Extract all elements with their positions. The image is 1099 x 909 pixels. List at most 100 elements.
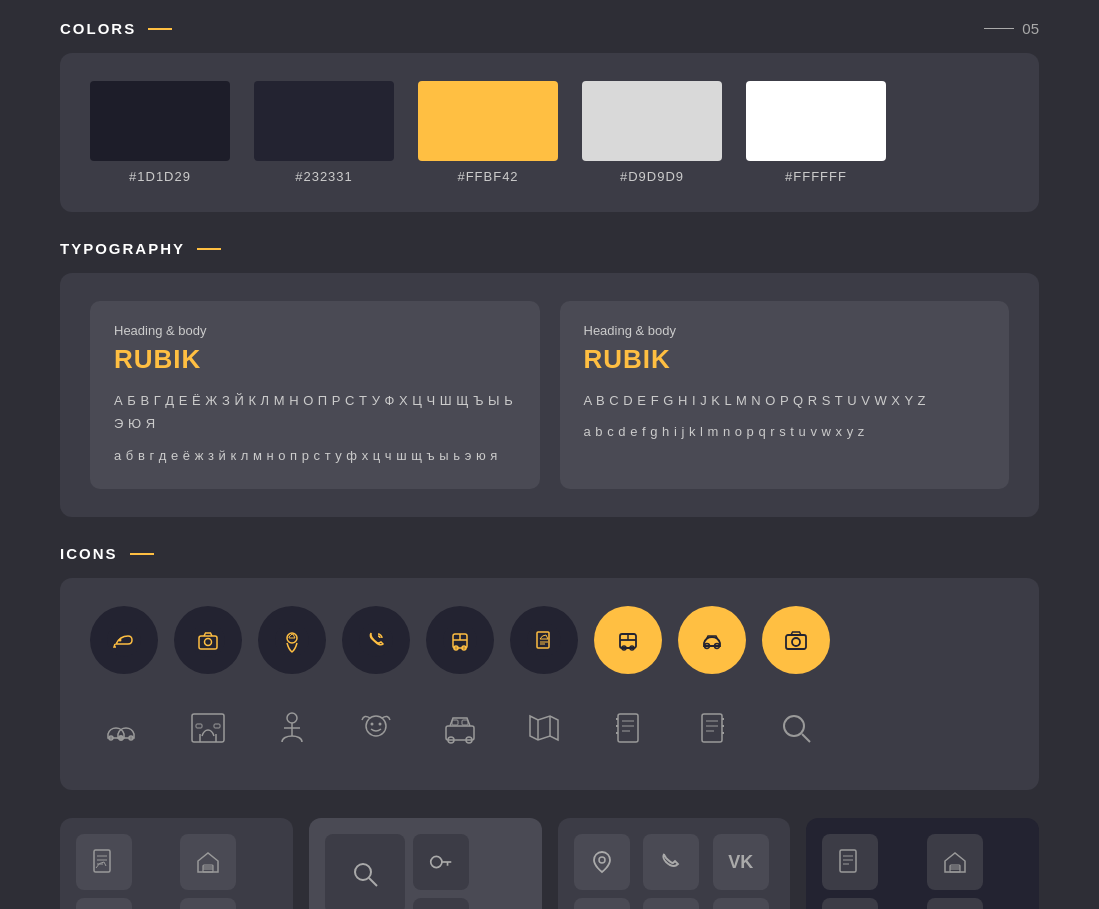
svg-point-81 [430,857,441,868]
typography-label: TYPOGRAPHY [60,240,185,257]
color-box-4 [582,81,722,161]
typography-card: Heading & body RUBIK А Б В Г Д Е Ё Ж З Й… [60,273,1039,517]
color-box-2 [254,81,394,161]
colors-underline [148,28,172,30]
camera-yellow-icon [778,622,814,658]
color-swatch-1: #1D1D29 [90,81,230,184]
contact-grid: VK [574,834,775,909]
document-car-icon [526,622,562,658]
svg-line-80 [369,878,377,886]
car-yellow-icon [694,622,730,658]
key-btn-2[interactable] [413,898,469,909]
search-key-row1 [325,834,526,909]
typo-label-left: Heading & body [114,323,516,338]
typography-section-header: TYPOGRAPHY [60,240,1039,257]
app-icon-cell-document-dark [822,834,878,890]
typo-lower-latin: a b c d e f g h i j k l m n o p q r s t … [584,420,986,443]
key-btn-1[interactable] [413,834,469,890]
typo-card-latin: Heading & body RUBIK A B C D E F G H I J… [560,301,1010,489]
svg-point-36 [287,713,297,723]
icons-secondary-row [90,694,1009,762]
icon-circle-phone [342,606,410,674]
typo-upper-latin: A B C D E F G H I J K L M N O P Q R S T … [584,389,986,412]
car-key-icon [106,622,142,658]
notebook-flat-icon [606,706,650,750]
contact-whatsapp-btn[interactable] [574,898,630,909]
typo-card-cyrillic: Heading & body RUBIK А Б В Г Д Е Ё Ж З Й… [90,301,540,489]
color-label-4: #D9D9D9 [620,169,684,184]
icons-main-row [90,606,1009,674]
icons-title: ICONS [60,545,154,562]
app-icon-cell-tow-dark [822,898,878,909]
contact-vk-btn[interactable]: VK [713,834,769,890]
svg-rect-25 [786,635,806,649]
vk-icon: VK [728,852,753,873]
color-swatch-5: #FFFFFF [746,81,886,184]
svg-point-14 [527,623,561,657]
colors-title: COLORS [60,20,172,37]
contact-email-btn[interactable] [643,898,699,909]
typography-underline [197,248,221,250]
typo-upper-cyrillic: А Б В Г Д Е Ё Ж З Й К Л М Н О П Р С Т У … [114,389,516,436]
color-swatch-3: #FFBF42 [418,81,558,184]
app-icon-cell-garage [180,834,236,890]
icon-circle-camera [174,606,242,674]
contact-instagram-btn[interactable] [713,898,769,909]
app-icon-card-dark [806,818,1039,909]
contact-phone-btn[interactable] [643,834,699,890]
app-icon-grid-1 [76,834,277,909]
document-dark-icon [835,847,865,877]
page-number-value: 05 [1022,20,1039,37]
search-btn[interactable] [325,834,405,909]
colors-row: #1D1D29 #232331 #FFBF42 #D9D9D9 #FFFFFF [90,81,1009,184]
svg-point-40 [371,723,374,726]
app-icon-card-services [60,818,293,909]
svg-rect-94 [840,850,856,872]
face-flat-icon [354,706,398,750]
icons-section-header: ICONS [60,545,1039,562]
icon-flat-notebook2 [678,694,746,762]
svg-rect-50 [618,714,638,742]
car-front-flat-icon [438,706,482,750]
bus-icon [442,622,478,658]
key-icon-1 [427,848,455,876]
svg-rect-66 [94,850,110,872]
color-box-3 [418,81,558,161]
phone-call-icon [657,848,685,876]
icon-circle-car-yellow [678,606,746,674]
icon-circle-car-key [90,606,158,674]
icons-card [60,578,1039,790]
svg-rect-35 [214,724,220,728]
typography-title: TYPOGRAPHY [60,240,221,257]
colors-section-header: COLORS 05 [60,20,1039,37]
svg-rect-34 [196,724,202,728]
app-icon-grid-dark [822,834,1023,909]
svg-rect-57 [702,714,722,742]
color-box-5 [746,81,886,161]
typography-grid: Heading & body RUBIK А Б В Г Д Е Ё Ж З Й… [90,301,1009,489]
person-flat-icon [270,706,314,750]
icon-circle-document-car [510,606,578,674]
color-label-5: #FFFFFF [785,169,847,184]
colors-card: #1D1D29 #232331 #FFBF42 #D9D9D9 #FFFFFF [60,53,1039,212]
svg-point-7 [359,623,393,657]
svg-point-1 [119,639,122,642]
color-label-3: #FFBF42 [457,169,518,184]
svg-point-0 [107,623,141,657]
color-label-2: #232331 [295,169,353,184]
svg-rect-44 [462,720,468,725]
cars-flat-icon [102,706,146,750]
app-icon-cell-garage-dark [927,834,983,890]
document-icon [89,847,119,877]
icons-underline [130,553,154,555]
contact-location-btn[interactable] [574,834,630,890]
icon-circle-camera-yellow [762,606,830,674]
svg-rect-42 [446,726,474,740]
color-swatch-2: #232331 [254,81,394,184]
app-icon-cell-wrench [180,898,236,909]
svg-point-64 [784,716,804,736]
bus-yellow-icon [610,622,646,658]
svg-rect-43 [452,720,458,725]
garage-dark-icon [940,847,970,877]
search-btn-icon [347,856,383,892]
